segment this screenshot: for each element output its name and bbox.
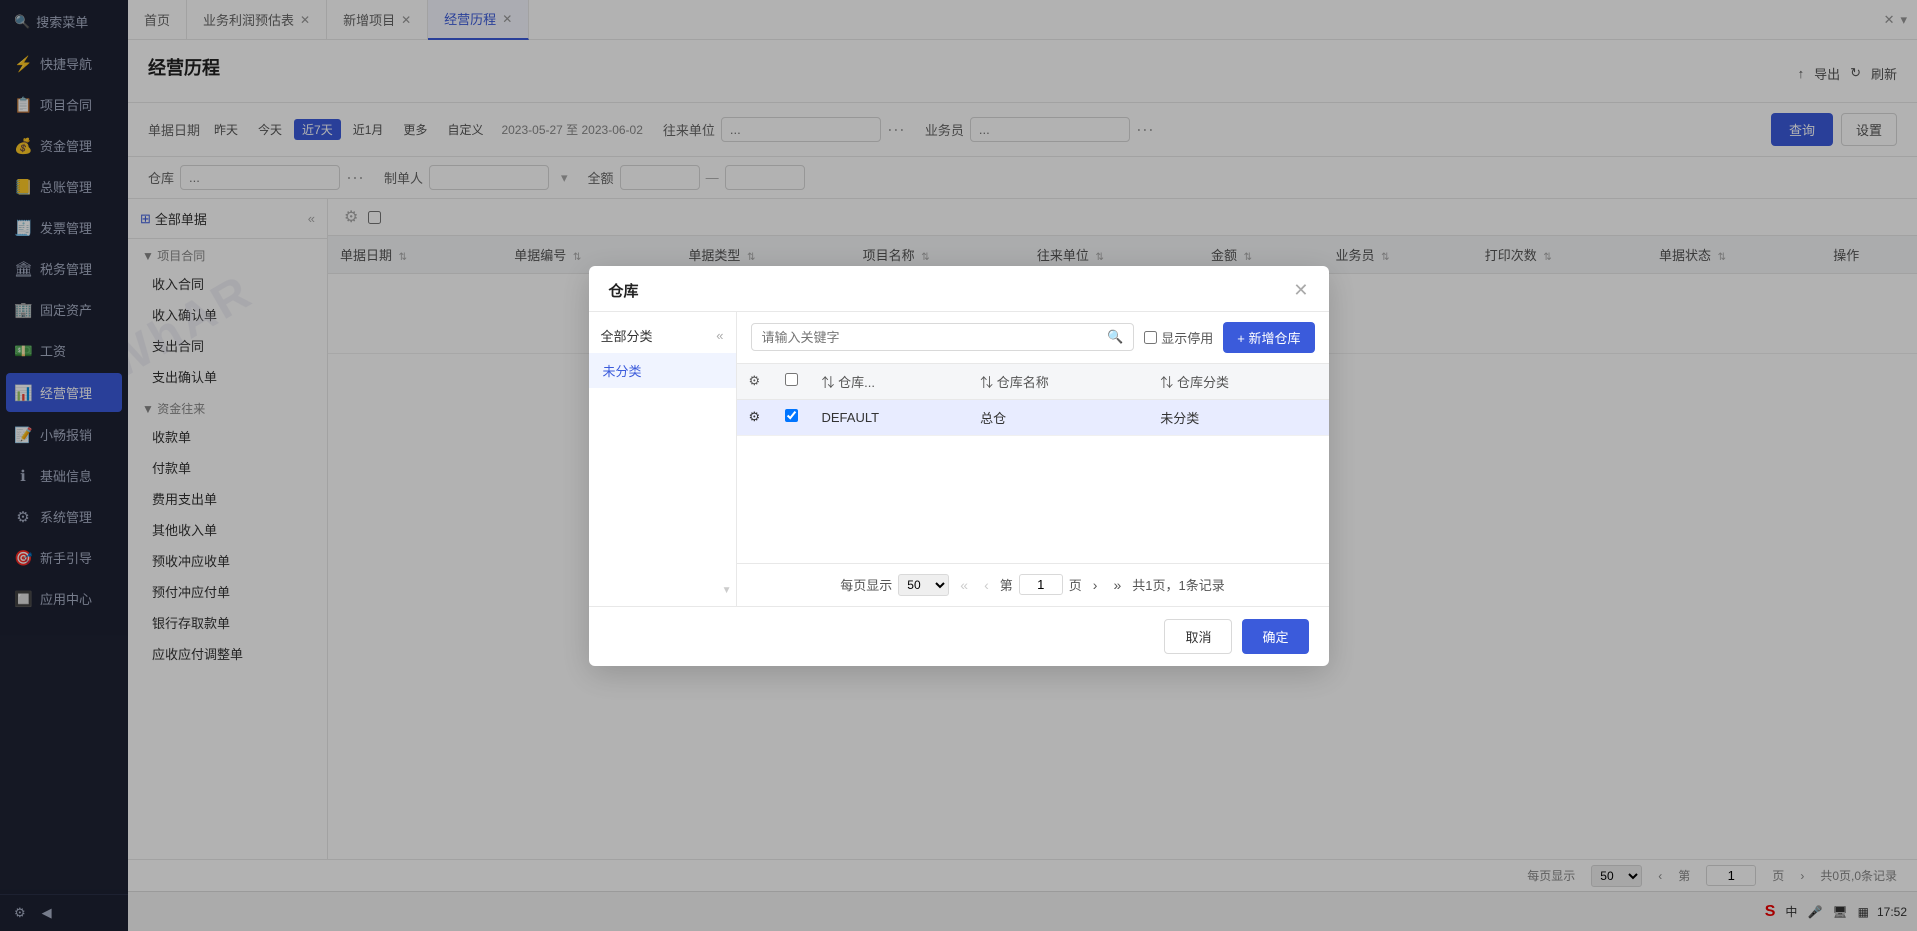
modal-toolbar: 🔍 显示停用 + 新增仓库 <box>737 312 1329 364</box>
modal-col-check <box>773 364 810 400</box>
modal-uncategorized-label: 未分类 <box>603 364 642 379</box>
modal-table-row[interactable]: ⚙ DEFAULT 总仓 未分类 <box>737 399 1329 435</box>
modal-col-category[interactable]: ⇅ 仓库分类 <box>1148 364 1328 400</box>
modal-page-suffix: 页 <box>1069 575 1082 594</box>
col-name-sort-icon: ⇅ <box>980 375 993 390</box>
modal-col-code-label: 仓库... <box>838 375 875 390</box>
modal-left-scroll: ▼ <box>722 585 732 596</box>
modal-header: 仓库 ✕ <box>589 266 1329 312</box>
modal-all-category-label[interactable]: 全部分类 <box>601 326 653 345</box>
modal-body: 全部分类 « 未分类 ▼ 🔍 显示停用 + 新增仓库 <box>589 312 1329 606</box>
add-warehouse-button[interactable]: + 新增仓库 <box>1223 322 1314 353</box>
modal-first-page-btn[interactable]: « <box>955 576 973 594</box>
modal-per-page-label: 每页显示 <box>840 575 892 594</box>
modal-left-panel: 全部分类 « 未分类 ▼ <box>589 312 737 606</box>
modal-table: ⚙ ⇅ 仓库... ⇅ 仓库名称 <box>737 364 1329 436</box>
modal-search-icon[interactable]: 🔍 <box>1107 329 1123 345</box>
modal-close-button[interactable]: ✕ <box>1293 280 1308 301</box>
modal-row-category: 未分类 <box>1148 399 1328 435</box>
modal-col-name-label: 仓库名称 <box>997 375 1049 390</box>
modal-left-header: 全部分类 « <box>589 322 736 353</box>
show-disabled-group: 显示停用 <box>1144 328 1213 347</box>
modal-table-head: ⚙ ⇅ 仓库... ⇅ 仓库名称 <box>737 364 1329 400</box>
modal-table-container: ⚙ ⇅ 仓库... ⇅ 仓库名称 <box>737 364 1329 563</box>
modal-footer: 取消 确定 <box>589 606 1329 666</box>
modal-right-panel: 🔍 显示停用 + 新增仓库 ⚙ <box>737 312 1329 606</box>
col-cat-sort-icon: ⇅ <box>1160 375 1173 390</box>
modal-prev-page-btn[interactable]: ‹ <box>979 576 994 594</box>
modal-search-box: 🔍 <box>751 323 1135 351</box>
cancel-button[interactable]: 取消 <box>1164 619 1232 654</box>
modal-row-settings[interactable]: ⚙ <box>737 399 773 435</box>
show-disabled-checkbox[interactable] <box>1144 331 1157 344</box>
modal-uncategorized-item[interactable]: 未分类 <box>589 353 736 388</box>
modal-row-check[interactable] <box>773 399 810 435</box>
modal-col-name[interactable]: ⇅ 仓库名称 <box>968 364 1148 400</box>
modal-page-input[interactable] <box>1019 574 1063 595</box>
modal-title: 仓库 <box>609 280 639 301</box>
modal-col-code[interactable]: ⇅ 仓库... <box>810 364 969 400</box>
modal-total-info: 共1页，1条记录 <box>1132 575 1224 594</box>
modal-table-body: ⚙ DEFAULT 总仓 未分类 <box>737 399 1329 435</box>
modal-next-page-btn[interactable]: › <box>1088 576 1103 594</box>
modal-last-page-btn[interactable]: » <box>1108 576 1126 594</box>
modal-left-collapse-icon[interactable]: « <box>716 328 723 343</box>
modal-page-prefix: 第 <box>1000 575 1013 594</box>
modal-col-settings[interactable]: ⚙ <box>737 364 773 400</box>
modal-col-category-label: 仓库分类 <box>1177 375 1229 390</box>
show-disabled-label: 显示停用 <box>1161 328 1213 347</box>
modal-row-name: 总仓 <box>968 399 1148 435</box>
warehouse-modal: 仓库 ✕ 全部分类 « 未分类 ▼ 🔍 显示停用 <box>589 266 1329 666</box>
modal-per-page-select[interactable]: 50 100 <box>898 574 949 596</box>
confirm-button[interactable]: 确定 <box>1242 619 1308 654</box>
modal-row-code: DEFAULT <box>810 399 969 435</box>
col-code-sort-icon: ⇅ <box>822 375 835 390</box>
modal-row-checkbox[interactable] <box>785 409 798 422</box>
modal-select-all[interactable] <box>785 373 798 386</box>
modal-pagination: 每页显示 50 100 « ‹ 第 页 › » 共1页，1条记录 <box>737 563 1329 606</box>
modal-search-input[interactable] <box>762 330 1102 345</box>
